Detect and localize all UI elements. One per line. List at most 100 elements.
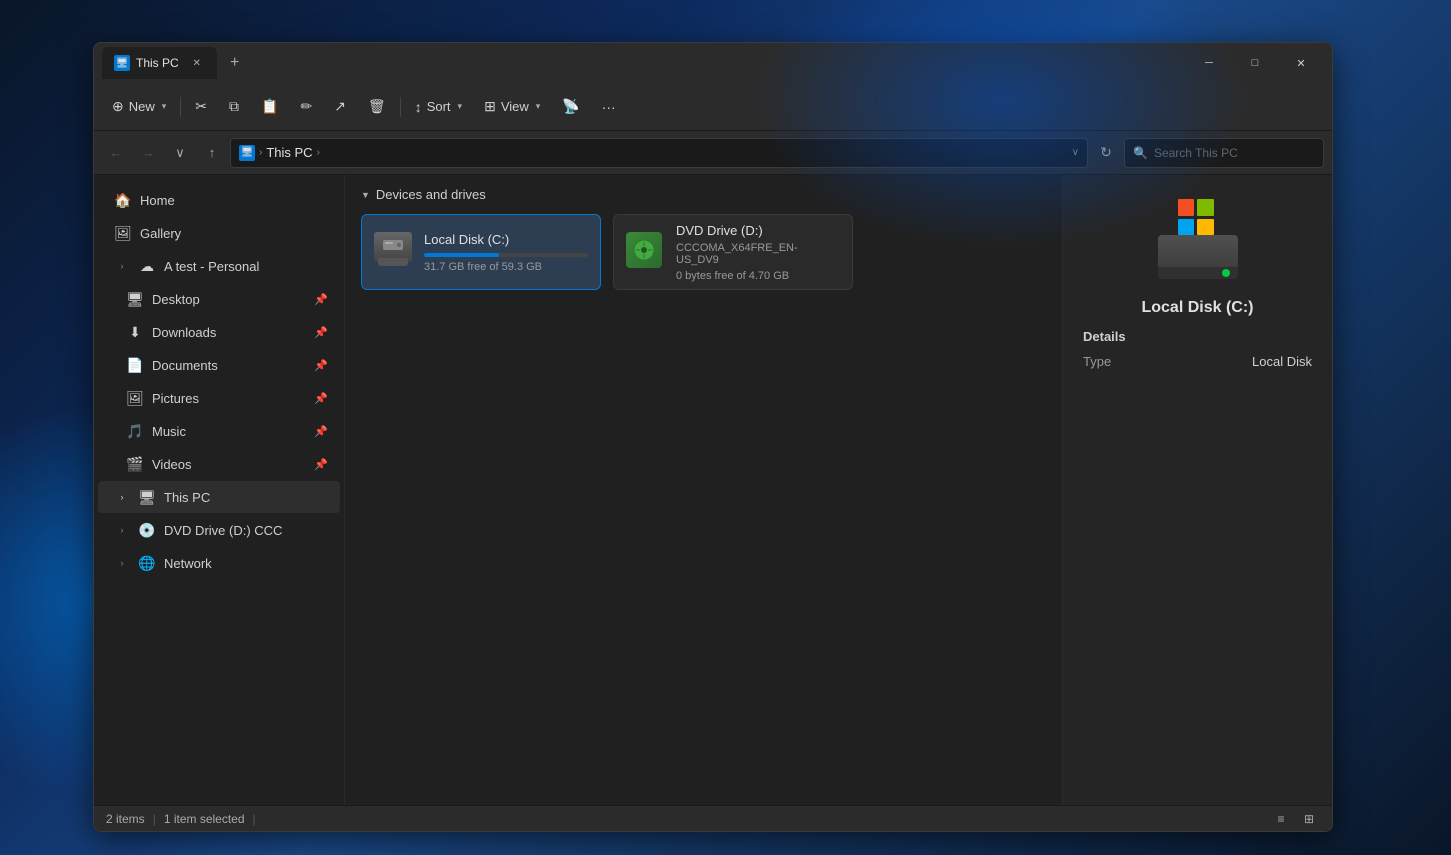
cut-button[interactable]: ✂ <box>185 90 217 124</box>
delete-button[interactable]: 🗑 <box>358 90 396 124</box>
close-button[interactable]: ✕ <box>1278 47 1324 79</box>
expand-button[interactable]: ∨ <box>166 139 194 167</box>
sidebar-item-this-pc[interactable]: › 🖥 This PC <box>98 481 340 513</box>
share-button[interactable]: ↗ <box>324 90 356 124</box>
drive-icon-c <box>374 232 414 272</box>
tab-area: This PC ✕ + <box>102 47 1186 79</box>
sidebar-item-gallery[interactable]: 🖼 Gallery <box>98 217 340 249</box>
this-pc-tab[interactable]: This PC ✕ <box>102 47 217 79</box>
toolbar: ⊕ New ▾ ✂ ⧉ 📋 ✏ ↗ 🗑 ↕ Sort ▾ ⊞ <box>94 83 1332 131</box>
sidebar-item-pictures[interactable]: 🖼 Pictures 📌 <box>98 382 340 414</box>
toolbar-separator-2 <box>400 97 401 117</box>
paste-button[interactable]: 📋 <box>251 90 288 124</box>
refresh-button[interactable]: ↻ <box>1092 139 1120 167</box>
path-chevron-1: › <box>259 147 262 158</box>
content-area: ▼ Devices and drives <box>344 175 1062 805</box>
pin-icon-music: 📌 <box>314 425 328 438</box>
sidebar-item-a-test[interactable]: › ☁ A test - Personal <box>98 250 340 282</box>
pc-address-icon: 🖥 <box>239 145 255 161</box>
sidebar-item-label: Desktop <box>152 292 200 307</box>
grid-view-button[interactable]: ⊞ <box>1298 809 1320 829</box>
sort-icon: ↕ <box>415 99 422 115</box>
pin-icon-videos: 📌 <box>314 458 328 471</box>
details-title: Local Disk (C:) <box>1141 299 1253 317</box>
section-title: Devices and drives <box>376 187 486 202</box>
details-type-value: Local Disk <box>1252 354 1312 369</box>
sidebar-item-desktop[interactable]: 🖥 Desktop 📌 <box>98 283 340 315</box>
drive-item-c[interactable]: Local Disk (C:) 31.7 GB free of 59.3 GB <box>361 214 601 290</box>
dvd-expand-icon: › <box>114 522 130 538</box>
details-drive-icon <box>1148 199 1248 279</box>
rename-icon: ✏ <box>300 98 312 115</box>
this-pc-expand-icon: › <box>114 489 130 505</box>
win-quad-2 <box>1197 199 1214 216</box>
videos-icon: 🎬 <box>126 455 144 473</box>
sidebar-item-music[interactable]: 🎵 Music 📌 <box>98 415 340 447</box>
pin-icon-pictures: 📌 <box>314 392 328 405</box>
search-box[interactable]: 🔍 Search This PC <box>1124 138 1324 168</box>
status-separator-1: | <box>153 812 156 826</box>
paste-icon: 📋 <box>261 98 278 115</box>
copy-button[interactable]: ⧉ <box>219 90 249 124</box>
network-expand-icon: › <box>114 555 130 571</box>
sort-button[interactable]: ↕ Sort ▾ <box>405 90 472 124</box>
dvd-icon: 💿 <box>138 521 156 539</box>
dvd-drive-icon <box>626 232 662 268</box>
more-button[interactable]: ··· <box>592 90 626 124</box>
documents-icon: 📄 <box>126 356 144 374</box>
share-icon: ↗ <box>334 98 346 115</box>
drive-item-d[interactable]: DVD Drive (D:) CCCOMA_X64FRE_EN-US_DV9 0… <box>613 214 853 290</box>
sidebar-item-documents[interactable]: 📄 Documents 📌 <box>98 349 340 381</box>
this-pc-icon: 🖥 <box>138 488 156 506</box>
toolbar-separator-1 <box>180 97 181 117</box>
sidebar-item-label: This PC <box>164 490 210 505</box>
sidebar-item-label: Home <box>140 193 175 208</box>
sort-chevron-icon: ▾ <box>458 101 463 112</box>
address-path[interactable]: 🖥 › This PC › ∨ <box>230 138 1088 168</box>
hdd-light-icon <box>1222 269 1230 277</box>
new-tab-button[interactable]: + <box>221 49 249 77</box>
wifi-button[interactable]: 📡 <box>552 90 589 124</box>
pin-icon-downloads: 📌 <box>314 326 328 339</box>
sidebar-item-label: Downloads <box>152 325 216 340</box>
back-button[interactable]: ← <box>102 139 130 167</box>
gallery-icon: 🖼 <box>114 224 132 242</box>
sidebar-item-dvd-drive[interactable]: › 💿 DVD Drive (D:) CCC <box>98 514 340 546</box>
copy-icon: ⧉ <box>229 98 239 115</box>
sidebar-item-videos[interactable]: 🎬 Videos 📌 <box>98 448 340 480</box>
new-chevron-icon: ▾ <box>162 101 167 112</box>
sidebar-item-label: Network <box>164 556 212 571</box>
network-icon: 🌐 <box>138 554 156 572</box>
details-hdd-icon <box>1158 235 1238 279</box>
desktop-icon: 🖥 <box>126 290 144 308</box>
tab-close-button[interactable]: ✕ <box>189 55 205 71</box>
minimize-button[interactable]: ─ <box>1186 47 1232 79</box>
forward-button[interactable]: → <box>134 139 162 167</box>
rename-button[interactable]: ✏ <box>290 90 322 124</box>
more-icon: ··· <box>602 99 616 115</box>
items-count: 2 items <box>106 812 145 826</box>
devices-section-header[interactable]: ▼ Devices and drives <box>345 175 1062 210</box>
sidebar-item-home[interactable]: 🏠 Home <box>98 184 340 216</box>
details-type-label: Type <box>1083 354 1111 369</box>
downloads-icon: ⬇ <box>126 323 144 341</box>
new-button[interactable]: ⊕ New ▾ <box>102 90 176 124</box>
search-icon: 🔍 <box>1133 146 1148 160</box>
sidebar-item-network[interactable]: › 🌐 Network <box>98 547 340 579</box>
drive-free-d: 0 bytes free of 4.70 GB <box>676 270 840 282</box>
up-button[interactable]: ↑ <box>198 139 226 167</box>
win-quad-4 <box>1197 219 1214 236</box>
details-section-title: Details <box>1083 329 1126 344</box>
sidebar-item-label: Documents <box>152 358 218 373</box>
sidebar-item-downloads[interactable]: ⬇ Downloads 📌 <box>98 316 340 348</box>
maximize-button[interactable]: □ <box>1232 47 1278 79</box>
title-bar: This PC ✕ + ─ □ ✕ <box>94 43 1332 83</box>
pin-icon-documents: 📌 <box>314 359 328 372</box>
music-icon: 🎵 <box>126 422 144 440</box>
view-button[interactable]: ⊞ View ▾ <box>474 90 550 124</box>
sidebar-item-label: A test - Personal <box>164 259 259 274</box>
progress-fill-c <box>424 253 499 257</box>
list-view-button[interactable]: ≡ <box>1270 809 1292 829</box>
pictures-icon: 🖼 <box>126 389 144 407</box>
path-dropdown-icon: ∨ <box>1072 147 1079 158</box>
